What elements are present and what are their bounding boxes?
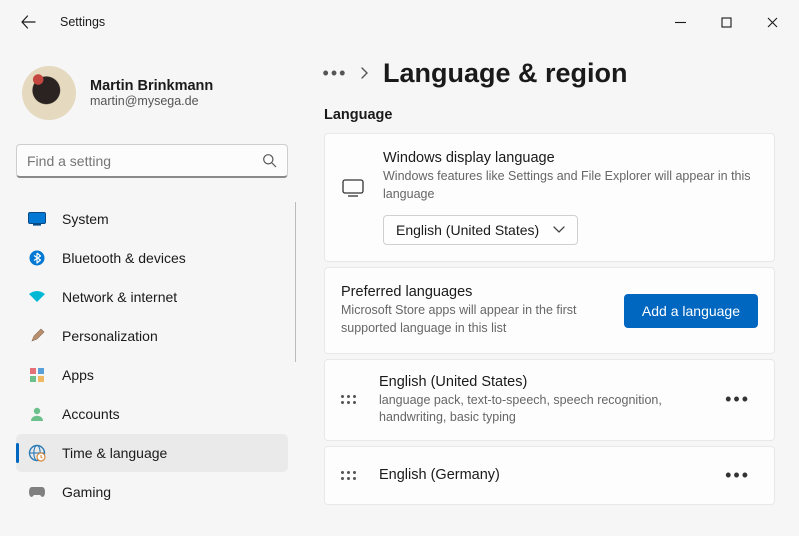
sidebar-item-apps[interactable]: Apps: [16, 356, 288, 394]
chevron-down-icon: [553, 226, 565, 234]
main-content: ••• Language & region Language Windows d…: [304, 44, 799, 536]
nav-label: System: [62, 211, 109, 227]
language-item-en-us[interactable]: English (United States) language pack, t…: [324, 359, 775, 441]
avatar: [22, 66, 76, 120]
bluetooth-icon: [28, 249, 46, 267]
language-name: English (United States): [379, 374, 697, 390]
sidebar-item-system[interactable]: System: [16, 200, 288, 238]
preferred-languages-card: Preferred languages Microsoft Store apps…: [324, 267, 775, 354]
brush-icon: [28, 327, 46, 345]
drag-handle-icon[interactable]: [341, 466, 359, 484]
language-more-button[interactable]: •••: [717, 461, 758, 490]
person-icon: [28, 405, 46, 423]
add-language-button[interactable]: Add a language: [624, 294, 758, 328]
display-language-dropdown[interactable]: English (United States): [383, 215, 578, 245]
language-name: English (Germany): [379, 467, 697, 483]
nav-label: Apps: [62, 367, 94, 383]
profile-name: Martin Brinkmann: [90, 78, 213, 94]
profile-block[interactable]: Martin Brinkmann martin@mysega.de: [22, 66, 288, 120]
chevron-right-icon: [360, 66, 369, 82]
close-icon: [767, 17, 778, 28]
page-title: Language & region: [383, 58, 628, 89]
dropdown-value: English (United States): [396, 222, 539, 238]
nav-label: Bluetooth & devices: [62, 250, 186, 266]
sidebar-item-gaming[interactable]: Gaming: [16, 473, 288, 511]
wifi-icon: [28, 288, 46, 306]
scroll-indicator: [295, 202, 296, 362]
display-language-title: Windows display language: [383, 150, 758, 166]
nav-list: System Bluetooth & devices Network & int…: [16, 200, 288, 511]
sidebar-item-network[interactable]: Network & internet: [16, 278, 288, 316]
sidebar-item-accounts[interactable]: Accounts: [16, 395, 288, 433]
titlebar: Settings: [0, 0, 799, 44]
maximize-button[interactable]: [703, 2, 749, 42]
gamepad-icon: [28, 483, 46, 501]
back-button[interactable]: [8, 2, 48, 42]
language-more-button[interactable]: •••: [717, 385, 758, 414]
nav-label: Gaming: [62, 484, 111, 500]
breadcrumb-more[interactable]: •••: [324, 63, 346, 84]
drag-handle-icon[interactable]: [341, 391, 359, 409]
language-features: language pack, text-to-speech, speech re…: [379, 392, 697, 426]
monitor-icon: [28, 210, 46, 228]
search-box[interactable]: [16, 144, 288, 178]
minimize-icon: [675, 17, 686, 28]
minimize-button[interactable]: [657, 2, 703, 42]
display-language-card: Windows display language Windows feature…: [324, 133, 775, 262]
breadcrumb: ••• Language & region: [324, 58, 775, 89]
preferred-sub: Microsoft Store apps will appear in the …: [341, 302, 624, 337]
profile-email: martin@mysega.de: [90, 94, 213, 108]
sidebar-item-time-language[interactable]: Time & language: [16, 434, 288, 472]
search-icon: [262, 153, 277, 168]
globe-clock-icon: [28, 444, 46, 462]
window-controls: [657, 2, 795, 42]
sidebar: Martin Brinkmann martin@mysega.de System…: [0, 44, 304, 536]
nav-label: Network & internet: [62, 289, 177, 305]
nav-label: Personalization: [62, 328, 158, 344]
window-title: Settings: [60, 15, 105, 29]
maximize-icon: [721, 17, 732, 28]
apps-icon: [28, 366, 46, 384]
section-header-language: Language: [324, 107, 775, 123]
nav-label: Accounts: [62, 406, 120, 422]
nav-label: Time & language: [62, 445, 167, 461]
language-item-en-de[interactable]: English (Germany) •••: [324, 446, 775, 505]
display-icon: [341, 176, 365, 200]
sidebar-item-personalization[interactable]: Personalization: [16, 317, 288, 355]
sidebar-item-bluetooth[interactable]: Bluetooth & devices: [16, 239, 288, 277]
close-button[interactable]: [749, 2, 795, 42]
preferred-title: Preferred languages: [341, 284, 624, 300]
arrow-left-icon: [20, 14, 36, 30]
search-input[interactable]: [27, 153, 262, 169]
display-language-sub: Windows features like Settings and File …: [383, 168, 758, 203]
